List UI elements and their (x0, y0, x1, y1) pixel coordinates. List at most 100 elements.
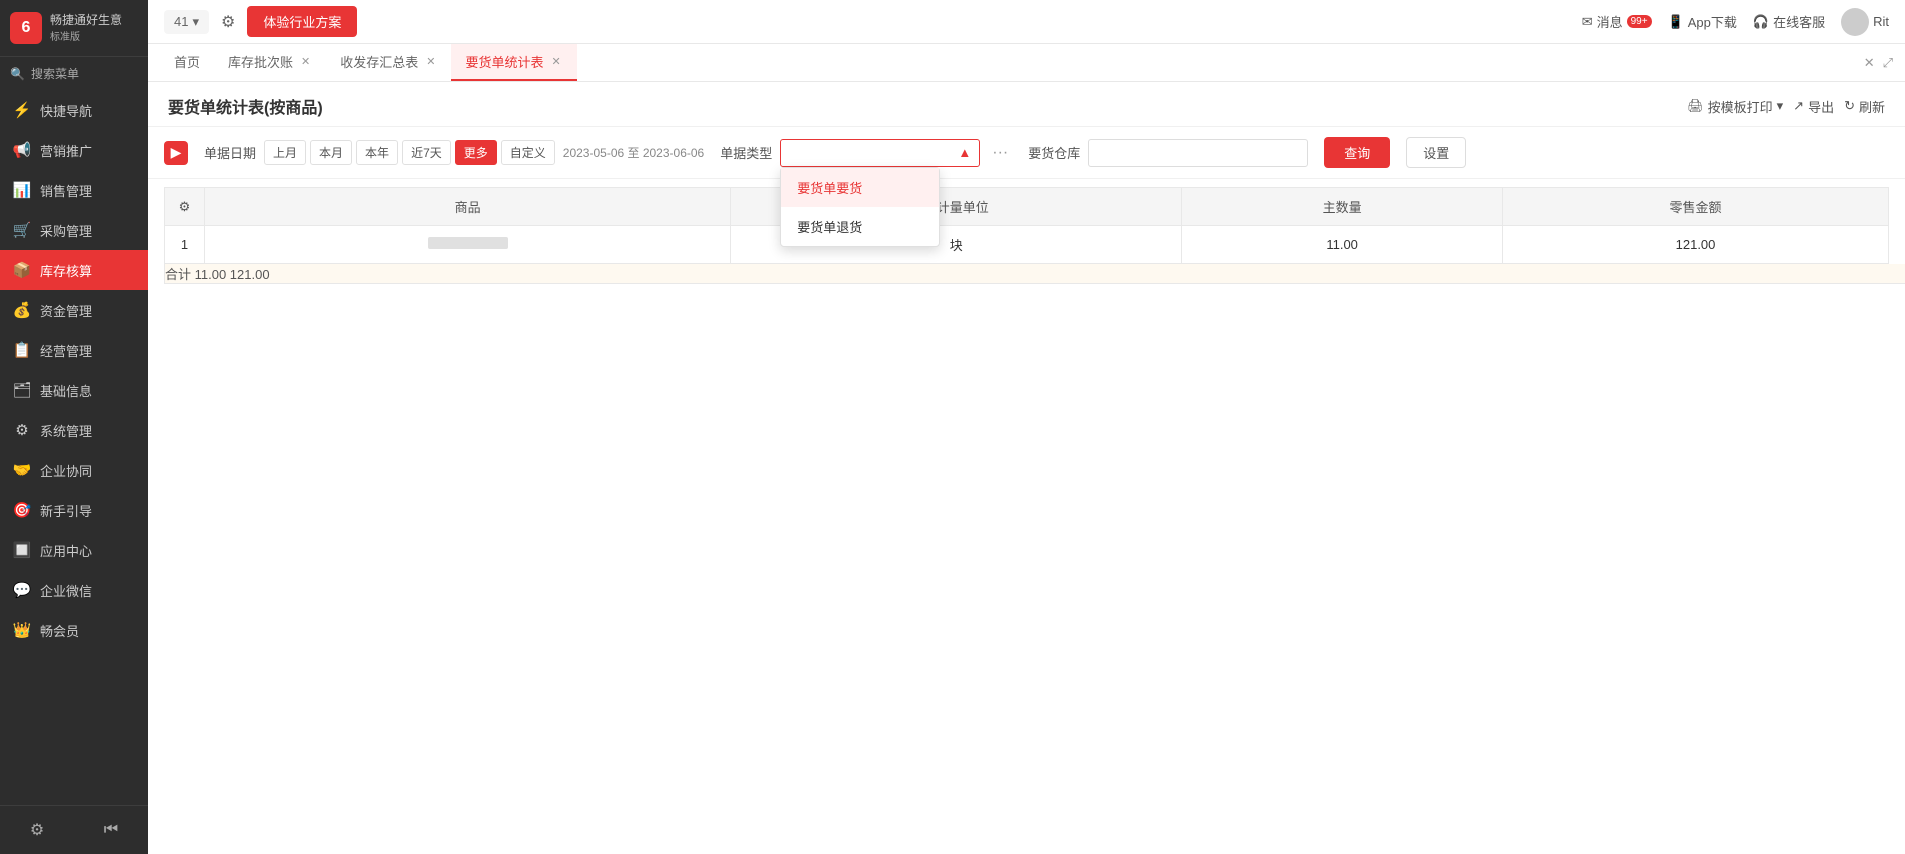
col-header-product: 商品 (205, 188, 731, 226)
date-buttons: 上月 本月 本年 近7天 更多 自定义 (264, 140, 555, 165)
messages-btn[interactable]: ✉ 消息 99+ (1582, 12, 1652, 31)
sidebar-item-basic[interactable]: 🗂 基础信息 (0, 370, 148, 410)
data-table: ⚙ 商品 主计量单位 主数量 零售金额 1 块 (164, 187, 1889, 264)
type-select[interactable]: ▲ (780, 139, 980, 167)
type-dropdown: 要货单要货 要货单退货 (780, 167, 940, 247)
sidebar-bottom: ⚙ ⏮ (0, 805, 148, 854)
enterprise-icon: 🤝 (12, 460, 32, 480)
print-icon: 🖨 (1687, 98, 1704, 114)
tab-close-receive-summary[interactable]: ✕ (424, 54, 437, 69)
type-select-wrapper: ▲ 要货单要货 要货单退货 (780, 139, 980, 167)
cell-amount: 121.00 (1503, 226, 1889, 264)
wechat-icon: 💬 (12, 580, 32, 600)
date-btn-this-year[interactable]: 本年 (356, 140, 398, 165)
user-avatar[interactable]: Rit (1841, 8, 1889, 36)
brand-name: 畅捷通好生意 (50, 13, 122, 29)
tab-close-inventory-batch[interactable]: ✕ (299, 54, 312, 69)
tab-inventory-batch[interactable]: 库存批次账 ✕ (214, 44, 326, 81)
date-btn-custom[interactable]: 自定义 (501, 140, 555, 165)
guide-icon: 🎯 (12, 500, 32, 520)
sidebar-item-apps[interactable]: 🔲 应用中心 (0, 530, 148, 570)
sidebar-item-inventory[interactable]: 📦 库存核算 (0, 250, 148, 290)
filter-bar: ▶ 单据日期 上月 本月 本年 近7天 更多 自定义 2023-05-06 至 … (148, 126, 1905, 179)
search-icon: 🔍 (10, 67, 25, 81)
col-header-settings[interactable]: ⚙ (165, 188, 205, 226)
phone-icon: 📱 (1668, 14, 1684, 30)
table-container: ⚙ 商品 主计量单位 主数量 零售金额 1 块 (148, 187, 1905, 264)
sidebar-item-marketing[interactable]: 📢 营销推广 (0, 130, 148, 170)
date-btn-this-month[interactable]: 本月 (310, 140, 352, 165)
dropdown-item-return[interactable]: 要货单退货 (781, 207, 939, 246)
sidebar-item-purchase[interactable]: 🛒 采购管理 (0, 210, 148, 250)
filter-expand-btn[interactable]: ▶ (164, 141, 188, 165)
tab-order-stats[interactable]: 要货单统计表 ✕ (451, 44, 576, 81)
warehouse-select[interactable] (1088, 139, 1308, 167)
finance-icon: 💰 (12, 300, 32, 320)
tab-receive-summary[interactable]: 收发存汇总表 ✕ (326, 44, 451, 81)
query-btn[interactable]: 查询 (1324, 137, 1390, 168)
brand-sub: 标准版 (50, 28, 122, 43)
date-btn-7days[interactable]: 近7天 (402, 140, 451, 165)
tabs-bar: 首页 库存批次账 ✕ 收发存汇总表 ✕ 要货单统计表 ✕ ✕ ⤢ (148, 44, 1905, 82)
main-content: 41 ▾ ⚙ 体验行业方案 ✉ 消息 99+ 📱 App下载 🎧 在线客服 R (148, 0, 1905, 854)
refresh-btn[interactable]: ↻ 刷新 (1844, 97, 1885, 116)
page-actions: 🖨 按模板打印 ▾ ↗ 导出 ↻ 刷新 (1687, 97, 1885, 116)
topbar-left: 41 ▾ ⚙ 体验行业方案 (164, 6, 1566, 37)
sidebar-item-finance[interactable]: 💰 资金管理 (0, 290, 148, 330)
online-service-btn[interactable]: 🎧 在线客服 (1753, 12, 1825, 31)
sidebar-item-quick-nav[interactable]: ⚡ 快捷导航 (0, 90, 148, 130)
sidebar: 6 畅捷通好生意 标准版 🔍 搜索菜单 ⚡ 快捷导航 📢 营销推广 📊 销售管理… (0, 0, 148, 854)
basic-icon: 🗂 (12, 380, 32, 400)
cell-index: 1 (165, 226, 205, 264)
dropdown-item-order[interactable]: 要货单要货 (781, 168, 939, 207)
settings-bottom-icon[interactable]: ⚙ (24, 814, 50, 846)
print-btn[interactable]: 🖨 按模板打印 ▾ (1687, 97, 1783, 116)
app-download-btn[interactable]: 📱 App下载 (1668, 12, 1737, 31)
sidebar-item-guide[interactable]: 🎯 新手引导 (0, 490, 148, 530)
topbar-right: ✉ 消息 99+ 📱 App下载 🎧 在线客服 Rit (1582, 8, 1889, 36)
sidebar-search[interactable]: 🔍 搜索菜单 (0, 57, 148, 90)
sidebar-nav: ⚡ 快捷导航 📢 营销推广 📊 销售管理 🛒 采购管理 📦 库存核算 💰 资金管… (0, 90, 148, 805)
collapse-icon[interactable]: ⏮ (98, 815, 124, 845)
headset-icon: 🎧 (1753, 14, 1769, 30)
export-btn[interactable]: ↗ 导出 (1793, 97, 1834, 116)
date-btn-more[interactable]: 更多 (455, 140, 497, 165)
sidebar-item-system[interactable]: ⚙ 系统管理 (0, 410, 148, 450)
avatar-img (1841, 8, 1869, 36)
org-selector[interactable]: 41 ▾ (164, 10, 209, 34)
tab-close-order-stats[interactable]: ✕ (550, 54, 563, 69)
col-header-quantity: 主数量 (1182, 188, 1503, 226)
sales-icon: 📊 (12, 180, 32, 200)
page-header: 要货单统计表(按商品) 🖨 按模板打印 ▾ ↗ 导出 ↻ 刷新 (148, 82, 1905, 126)
app-logo: 6 畅捷通好生意 标准版 (0, 0, 148, 57)
sidebar-item-sales[interactable]: 📊 销售管理 (0, 170, 148, 210)
settings-topbar-icon[interactable]: ⚙ (221, 12, 235, 32)
tab-expand-icon[interactable]: ⤢ (1883, 55, 1893, 71)
quick-nav-icon: ⚡ (12, 100, 32, 120)
industry-btn[interactable]: 体验行业方案 (247, 6, 357, 37)
logo-icon: 6 (10, 12, 42, 44)
tabs-extra: ✕ ⤢ (1864, 55, 1893, 71)
cell-quantity: 11.00 (1182, 226, 1503, 264)
sidebar-item-wechat[interactable]: 💬 企业微信 (0, 570, 148, 610)
chevron-down-icon: ▾ (192, 14, 199, 30)
print-arrow-icon: ▾ (1777, 98, 1784, 114)
date-btn-last-month[interactable]: 上月 (264, 140, 306, 165)
purchase-icon: 🛒 (12, 220, 32, 240)
table-row: 1 块 11.00 121.00 (165, 226, 1889, 264)
sidebar-item-member[interactable]: 👑 畅会员 (0, 610, 148, 650)
type-filter-group: 单据类型 ▲ 要货单要货 要货单退货 ··· (720, 139, 1012, 167)
message-icon: ✉ (1582, 14, 1593, 30)
warehouse-filter-group: 要货仓库 (1028, 139, 1308, 167)
tab-close-all-icon[interactable]: ✕ (1864, 55, 1875, 71)
filter-more-btn[interactable]: ··· (988, 144, 1012, 162)
apps-icon: 🔲 (12, 540, 32, 560)
topbar: 41 ▾ ⚙ 体验行业方案 ✉ 消息 99+ 📱 App下载 🎧 在线客服 R (148, 0, 1905, 44)
sidebar-item-enterprise[interactable]: 🤝 企业协同 (0, 450, 148, 490)
operations-icon: 📋 (12, 340, 32, 360)
tab-home[interactable]: 首页 (160, 44, 214, 81)
marketing-icon: 📢 (12, 140, 32, 160)
sidebar-item-operations[interactable]: 📋 经营管理 (0, 330, 148, 370)
page-title: 要货单统计表(按商品) (168, 94, 323, 118)
settings-filter-btn[interactable]: 设置 (1406, 137, 1466, 168)
